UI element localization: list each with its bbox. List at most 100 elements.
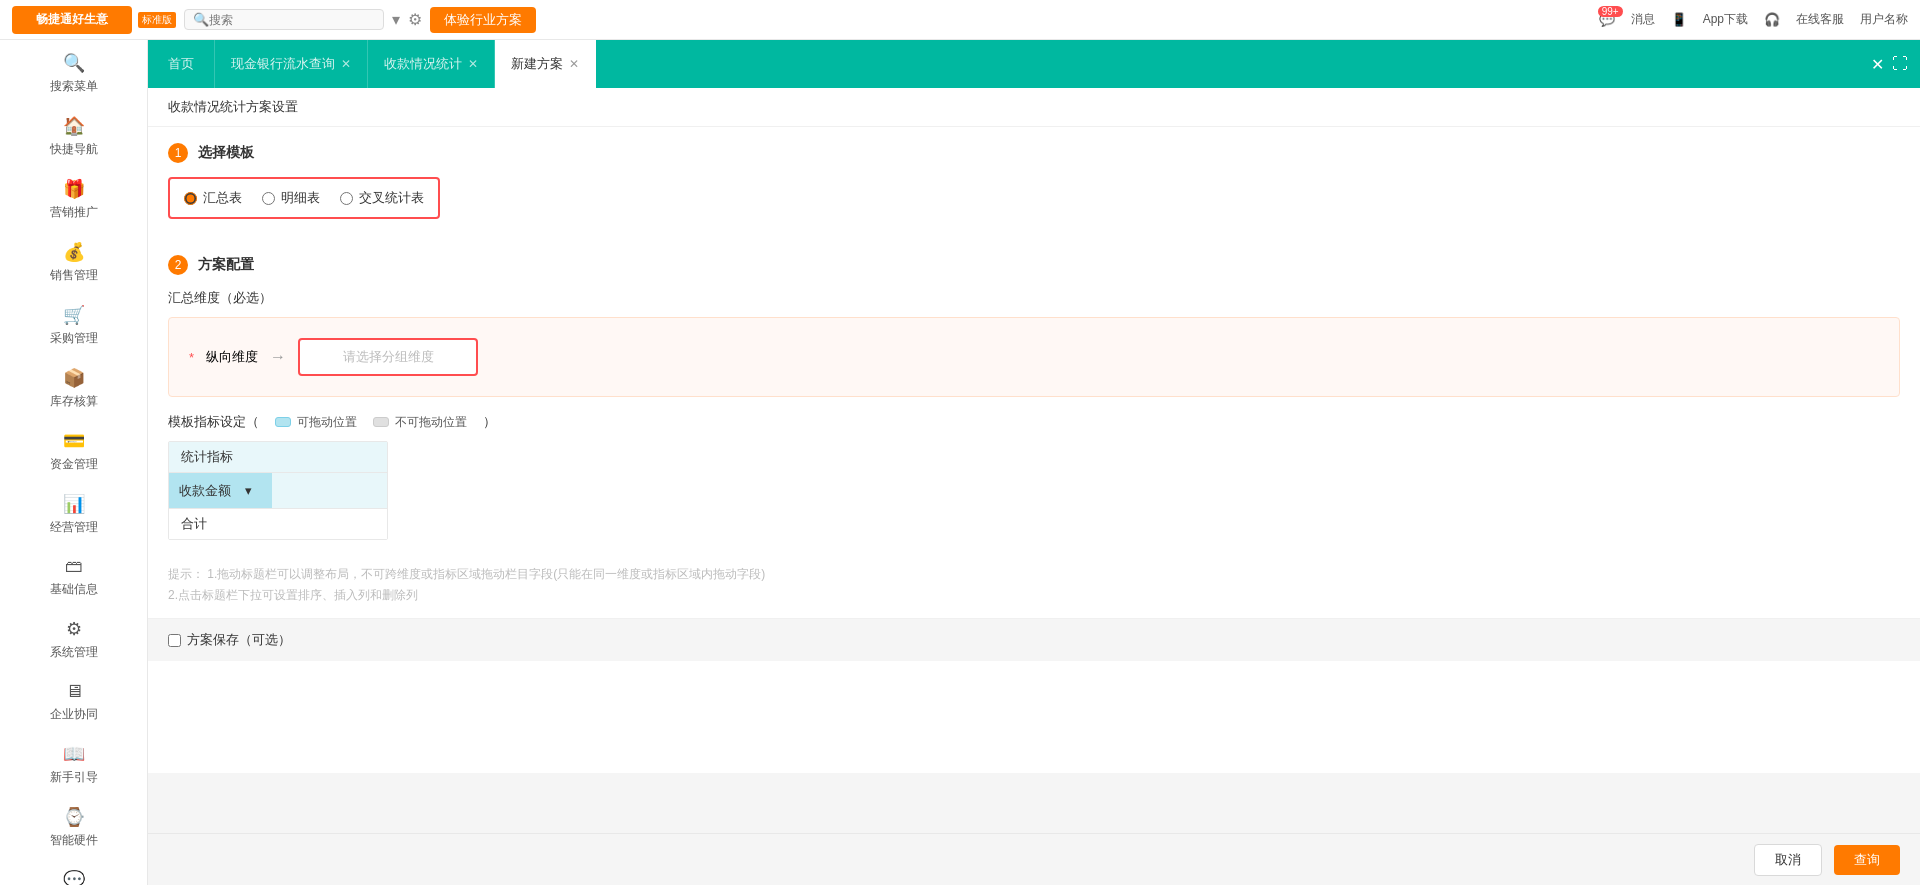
tip-line-1: 提示： 1.拖动标题栏可以调整布局，不可跨维度或指标区域拖动栏目字段(只能在同一… — [168, 566, 1900, 583]
tab-cash-flow[interactable]: 现金银行流水查询 ✕ — [215, 40, 368, 88]
sidebar-item-smart-hw[interactable]: ⌚ 智能硬件 — [0, 794, 147, 857]
gift-icon: 🎁 — [63, 178, 85, 200]
stats-header: 统计指标 — [169, 442, 387, 473]
search-menu-icon: 🔍 — [63, 52, 85, 74]
radio-detail-label[interactable]: 明细表 — [281, 189, 320, 207]
search-wrapper[interactable]: 🔍 — [184, 9, 384, 30]
logo-text: 畅捷通好生意 — [36, 11, 108, 28]
dimension-area: * 纵向维度 → 请选择分组维度 — [168, 317, 1900, 397]
legend-draggable: 可拖动位置 — [275, 414, 357, 431]
service-icon: 🎧 — [1764, 12, 1780, 27]
sidebar-item-label-operations: 经营管理 — [50, 519, 98, 536]
logo: 畅捷通好生意 — [12, 6, 132, 34]
stats-tag-row: 收款金额 ▾ — [169, 473, 387, 509]
tab-receipt-stats-close-icon[interactable]: ✕ — [468, 57, 478, 71]
tab-home-label: 首页 — [168, 55, 194, 73]
sidebar-item-label-system: 系统管理 — [50, 644, 98, 661]
tab-bar-actions: ✕ ⛶ — [1871, 55, 1920, 74]
tab-bar: 首页 现金银行流水查询 ✕ 收款情况统计 ✕ 新建方案 ✕ ✕ ⛶ — [148, 40, 1920, 88]
sidebar-item-label-enterprise-coop: 企业协同 — [50, 706, 98, 723]
settings-icon: ⚙ — [66, 618, 82, 640]
indicator-legend: 可拖动位置 不可拖动位置 — [275, 414, 467, 431]
tab-new-plan[interactable]: 新建方案 ✕ — [495, 40, 596, 88]
money-icon: 💰 — [63, 241, 85, 263]
radio-cross[interactable]: 交叉统计表 — [340, 189, 424, 207]
sidebar-item-label-quick-nav: 快捷导航 — [50, 141, 98, 158]
radio-summary[interactable]: 汇总表 — [184, 189, 242, 207]
gear-icon[interactable]: ⚙ — [408, 10, 422, 29]
cancel-button[interactable]: 取消 — [1754, 844, 1822, 876]
sidebar-item-guide[interactable]: 📖 新手引导 — [0, 731, 147, 794]
user-name[interactable]: 用户名称 — [1860, 11, 1908, 28]
sidebar-item-enterprise-coop[interactable]: 🖥 企业协同 — [0, 669, 147, 731]
dropdown-arrow-icon[interactable]: ▾ — [392, 10, 400, 29]
sidebar-item-label-marketing: 营销推广 — [50, 204, 98, 221]
sidebar-item-label-sales: 销售管理 — [50, 267, 98, 284]
radio-cross-input[interactable] — [340, 192, 353, 205]
radio-detail[interactable]: 明细表 — [262, 189, 320, 207]
sidebar-item-purchase[interactable]: 🛒 采购管理 — [0, 292, 147, 355]
save-option-label[interactable]: 方案保存（可选） — [168, 631, 291, 649]
tips-section: 提示： 1.拖动标题栏可以调整布局，不可跨维度或指标区域拖动栏目字段(只能在同一… — [148, 556, 1920, 618]
search-input[interactable] — [209, 13, 329, 27]
stats-tag-dropdown-icon[interactable]: ▾ — [235, 478, 262, 503]
tip-line-2: 2.点击标题栏下拉可设置排序、插入列和删除列 — [168, 587, 1900, 604]
download-label[interactable]: App下载 — [1703, 11, 1748, 28]
main-layout: 🔍 搜索菜单 🏠 快捷导航 🎁 营销推广 💰 销售管理 🛒 采购管理 📦 库存核… — [0, 40, 1920, 885]
tab-expand-icon[interactable]: ⛶ — [1892, 55, 1908, 73]
service-label[interactable]: 在线客服 — [1796, 11, 1844, 28]
home-icon: 🏠 — [63, 115, 85, 137]
monitor-icon: 🖥 — [65, 681, 83, 702]
indicator-label-suffix: ） — [483, 413, 496, 431]
chat-icon: 💬 — [63, 869, 85, 885]
dimension-label: 纵向维度 — [206, 348, 258, 366]
legend-non-draggable: 不可拖动位置 — [373, 414, 467, 431]
indicator-label-row: 模板指标设定（ 可拖动位置 不可拖动位置 — [168, 413, 1900, 431]
sidebar-item-quick-nav[interactable]: 🏠 快捷导航 — [0, 103, 147, 166]
edition-badge: 标准版 — [138, 12, 176, 28]
sidebar-item-inventory[interactable]: 📦 库存核算 — [0, 355, 147, 418]
sidebar-item-label-basic-info: 基础信息 — [50, 581, 98, 598]
radio-cross-label[interactable]: 交叉统计表 — [359, 189, 424, 207]
sidebar-item-finance[interactable]: 💳 资金管理 — [0, 418, 147, 481]
sidebar-item-basic-info[interactable]: 🗃 基础信息 — [0, 544, 147, 606]
page-header: 收款情况统计方案设置 — [148, 88, 1920, 127]
search-area: 🔍 — [184, 9, 384, 30]
watch-icon: ⌚ — [63, 806, 85, 828]
radio-detail-input[interactable] — [262, 192, 275, 205]
sidebar-item-sales[interactable]: 💰 销售管理 — [0, 229, 147, 292]
search-icon: 🔍 — [193, 12, 209, 27]
sidebar-item-operations[interactable]: 📊 经营管理 — [0, 481, 147, 544]
sidebar-item-label-search: 搜索菜单 — [50, 78, 98, 95]
save-option: 方案保存（可选） — [148, 619, 1920, 661]
trial-button[interactable]: 体验行业方案 — [430, 7, 536, 33]
radio-summary-input[interactable] — [184, 192, 197, 205]
tab-cash-flow-close-icon[interactable]: ✕ — [341, 57, 351, 71]
sidebar-item-marketing[interactable]: 🎁 营销推广 — [0, 166, 147, 229]
stats-table: 统计指标 收款金额 ▾ 合计 — [168, 441, 388, 540]
step2-title: 方案配置 — [198, 256, 254, 274]
message-icon-wrapper[interactable]: 💬 99+ — [1599, 12, 1615, 27]
sidebar-item-label-purchase: 采购管理 — [50, 330, 98, 347]
chart-icon: 📊 — [63, 493, 85, 515]
radio-summary-label[interactable]: 汇总表 — [203, 189, 242, 207]
tab-close-all-icon[interactable]: ✕ — [1871, 55, 1884, 74]
indicator-settings: 模板指标设定（ 可拖动位置 不可拖动位置 — [168, 413, 1900, 540]
step1-header: 1 选择模板 — [168, 143, 1900, 163]
dimension-placeholder[interactable]: 请选择分组维度 — [298, 338, 478, 376]
query-button[interactable]: 查询 — [1834, 845, 1900, 875]
tab-receipt-stats[interactable]: 收款情况统计 ✕ — [368, 40, 495, 88]
sidebar-item-system[interactable]: ⚙ 系统管理 — [0, 606, 147, 669]
tab-new-plan-close-icon[interactable]: ✕ — [569, 57, 579, 71]
stats-tag[interactable]: 收款金额 ▾ — [169, 473, 272, 508]
page-title: 收款情况统计方案设置 — [168, 99, 298, 114]
logo-area: 畅捷通好生意 标准版 — [12, 6, 176, 34]
card-icon: 💳 — [63, 430, 85, 452]
save-option-checkbox[interactable] — [168, 634, 181, 647]
sidebar-item-label-guide: 新手引导 — [50, 769, 98, 786]
sidebar-item-search[interactable]: 🔍 搜索菜单 — [0, 40, 147, 103]
tab-cash-flow-label: 现金银行流水查询 — [231, 55, 335, 73]
sidebar-item-enterprise-wechat[interactable]: 💬 企业微信 — [0, 857, 147, 885]
tab-home[interactable]: 首页 — [148, 40, 215, 88]
sidebar: 🔍 搜索菜单 🏠 快捷导航 🎁 营销推广 💰 销售管理 🛒 采购管理 📦 库存核… — [0, 40, 148, 885]
